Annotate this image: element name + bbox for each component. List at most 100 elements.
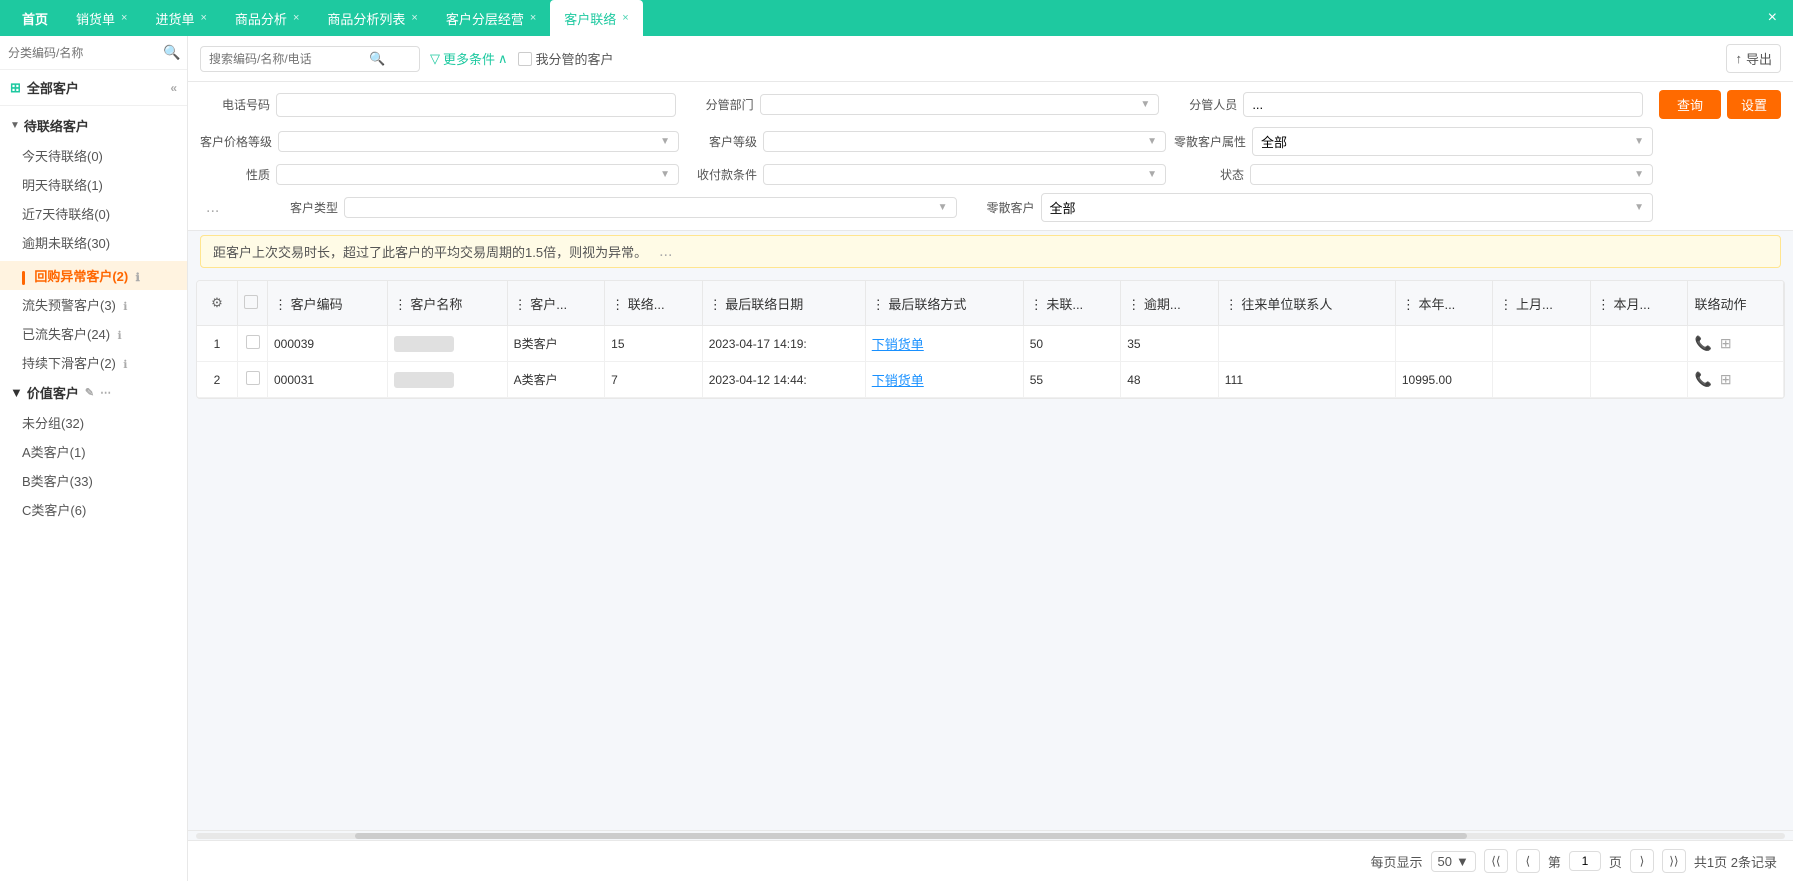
select-all-checkbox[interactable] bbox=[244, 295, 258, 309]
sidebar-item-ungroup[interactable]: 未分组(32) bbox=[0, 408, 187, 437]
nav-product-analysis[interactable]: 商品分析 × bbox=[221, 0, 313, 36]
nav-close-icon[interactable]: × bbox=[622, 12, 628, 24]
checkbox-icon[interactable] bbox=[518, 52, 532, 66]
col-header-name[interactable]: ⋮ 客户名称 bbox=[387, 281, 507, 326]
more-icon[interactable]: ⋯ bbox=[100, 386, 111, 399]
col-label: ⋮ 客户... bbox=[514, 297, 567, 312]
col-header-not-contact[interactable]: ⋮ 未联... bbox=[1023, 281, 1121, 326]
row-checkbox[interactable] bbox=[246, 335, 260, 349]
nav-purchase-order[interactable]: 进货单 × bbox=[141, 0, 220, 36]
edit-icon[interactable]: ✎ bbox=[85, 386, 94, 399]
dept-select[interactable]: ▼ bbox=[760, 94, 1160, 115]
sidebar-search-icon[interactable]: 🔍 bbox=[163, 44, 180, 61]
nav-close-icon[interactable]: × bbox=[121, 12, 127, 24]
nav-close-icon[interactable]: × bbox=[411, 12, 417, 24]
manager-select[interactable]: ... bbox=[1243, 92, 1643, 117]
col-header-num: ⚙ bbox=[197, 281, 238, 326]
col-header-overdue[interactable]: ⋮ 逾期... bbox=[1121, 281, 1219, 326]
nav-customer-contact[interactable]: 客户联络 × bbox=[550, 0, 642, 36]
scrollbar-track[interactable] bbox=[196, 833, 1785, 839]
nav-customer-segmentation[interactable]: 客户分层经营 × bbox=[432, 0, 550, 36]
export-button[interactable]: ↑ 导出 bbox=[1726, 44, 1781, 73]
retail-customer-select[interactable]: 全部 ▼ bbox=[1041, 193, 1654, 222]
customer-grade-label: 客户等级 bbox=[687, 133, 757, 150]
per-page-select[interactable]: 50 ▼ bbox=[1431, 851, 1476, 872]
sidebar-item-overdue[interactable]: 逾期未联络(30) bbox=[0, 228, 187, 257]
horizontal-scrollbar[interactable] bbox=[188, 830, 1793, 840]
sidebar-item-c-class[interactable]: C类客户(6) bbox=[0, 495, 187, 524]
info-icon: ℹ bbox=[123, 359, 127, 371]
col-label: ⋮ 客户编码 bbox=[274, 297, 343, 312]
col-header-history-contact[interactable]: ⋮ 往来单位联系人 bbox=[1218, 281, 1395, 326]
settings-gear-icon[interactable]: ⚙ bbox=[203, 289, 231, 317]
next-page-button[interactable]: ⟩ bbox=[1630, 849, 1654, 873]
sidebar-item-a-class[interactable]: A类客户(1) bbox=[0, 437, 187, 466]
last-page-button[interactable]: ⟩⟩ bbox=[1662, 849, 1686, 873]
col-header-last-contact-date[interactable]: ⋮ 最后联络日期 bbox=[702, 281, 865, 326]
contact-method-link[interactable]: 下销货单 bbox=[872, 337, 924, 352]
col-header-check[interactable] bbox=[238, 281, 268, 326]
col-header-code[interactable]: ⋮ 客户编码 bbox=[268, 281, 388, 326]
more-action-icon[interactable]: ⊞ bbox=[1720, 335, 1732, 352]
nav-home[interactable]: 首页 bbox=[8, 0, 62, 36]
cell-check[interactable] bbox=[238, 326, 268, 362]
sidebar-item-declining[interactable]: 持续下滑客户(2) ℹ bbox=[0, 348, 187, 377]
settings-button[interactable]: 设置 bbox=[1727, 90, 1781, 119]
page-number-input[interactable] bbox=[1569, 851, 1601, 871]
phone-input[interactable] bbox=[276, 93, 676, 117]
query-button[interactable]: 查询 bbox=[1659, 90, 1721, 119]
close-all-button[interactable]: × bbox=[1760, 9, 1785, 27]
export-label: 导出 bbox=[1746, 49, 1772, 68]
sidebar-collapse-button[interactable]: « bbox=[170, 81, 177, 95]
sidebar-item-churned[interactable]: 已流失客户(24) ℹ bbox=[0, 319, 187, 348]
nav-close-icon[interactable]: × bbox=[293, 12, 299, 24]
col-label: 联络动作 bbox=[1694, 297, 1746, 312]
sidebar-item-today[interactable]: 今天待联络(0) bbox=[0, 141, 187, 170]
phone-action-icon[interactable]: 📞 bbox=[1694, 371, 1711, 388]
nav-close-icon[interactable]: × bbox=[530, 12, 536, 24]
col-header-last-contact-method[interactable]: ⋮ 最后联络方式 bbox=[865, 281, 1023, 326]
phone-label: 电话号码 bbox=[200, 96, 270, 113]
customer-type-select[interactable]: ▼ bbox=[344, 197, 957, 218]
search-input[interactable] bbox=[209, 52, 369, 66]
gender-select[interactable]: ▼ bbox=[276, 164, 679, 185]
col-header-this-month[interactable]: ⋮ 本月... bbox=[1590, 281, 1688, 326]
more-action-icon[interactable]: ⊞ bbox=[1720, 371, 1732, 388]
status-select[interactable]: ▼ bbox=[1250, 164, 1653, 185]
arrow-icon: ▼ bbox=[10, 120, 20, 131]
col-header-contact[interactable]: ⋮ 联络... bbox=[605, 281, 703, 326]
customer-grade-select[interactable]: ▼ bbox=[763, 131, 1166, 152]
chevron-down-icon: ▼ bbox=[1140, 99, 1150, 110]
sidebar-item-churn-warning[interactable]: 流失预警客户(3) ℹ bbox=[0, 290, 187, 319]
retail-attr-select[interactable]: 全部 ▼ bbox=[1252, 127, 1653, 156]
sidebar-item-b-class[interactable]: B类客户(33) bbox=[0, 466, 187, 495]
nav-close-icon[interactable]: × bbox=[200, 12, 206, 24]
col-header-this-year[interactable]: ⋮ 本年... bbox=[1395, 281, 1493, 326]
row-checkbox[interactable] bbox=[246, 371, 260, 385]
nav-product-analysis-list[interactable]: 商品分析列表 × bbox=[313, 0, 431, 36]
col-header-last-month[interactable]: ⋮ 上月... bbox=[1493, 281, 1591, 326]
sidebar-search-input[interactable] bbox=[8, 46, 163, 60]
scrollbar-thumb[interactable] bbox=[355, 833, 1467, 839]
contact-method-link[interactable]: 下销货单 bbox=[872, 373, 924, 388]
more-conditions-button[interactable]: ▽ 更多条件 ∧ bbox=[430, 49, 508, 68]
prev-page-button[interactable]: ⟨ bbox=[1516, 849, 1540, 873]
cell-check[interactable] bbox=[238, 362, 268, 398]
more-dots-icon[interactable]: ... bbox=[200, 199, 225, 217]
price-grade-select[interactable]: ▼ bbox=[278, 131, 679, 152]
search-button-icon[interactable]: 🔍 bbox=[369, 51, 385, 67]
sidebar-item-7days[interactable]: 近7天待联络(0) bbox=[0, 199, 187, 228]
phone-action-icon[interactable]: 📞 bbox=[1694, 335, 1711, 352]
nav-sales-order[interactable]: 销货单 × bbox=[62, 0, 141, 36]
payment-select[interactable]: ▼ bbox=[763, 164, 1166, 185]
sidebar-item-tomorrow[interactable]: 明天待联络(1) bbox=[0, 170, 187, 199]
sidebar-all-customers-header: ⊞ 全部客户 « bbox=[0, 70, 187, 106]
sidebar-value-customer-group[interactable]: ▼ 价值客户 ✎ ⋯ bbox=[0, 377, 187, 408]
col-header-grade[interactable]: ⋮ 客户... bbox=[507, 281, 605, 326]
sidebar-item-repurchase-anomaly[interactable]: 回购异常客户(2) ℹ bbox=[0, 261, 187, 290]
tooltip-more-dots[interactable]: ... bbox=[653, 243, 678, 261]
sidebar-pending-title[interactable]: ▼ 待联络客户 bbox=[0, 110, 187, 141]
cell-this-month bbox=[1590, 362, 1688, 398]
my-customer-checkbox[interactable]: 我分管的客户 bbox=[518, 49, 614, 68]
first-page-button[interactable]: ⟨⟨ bbox=[1484, 849, 1508, 873]
